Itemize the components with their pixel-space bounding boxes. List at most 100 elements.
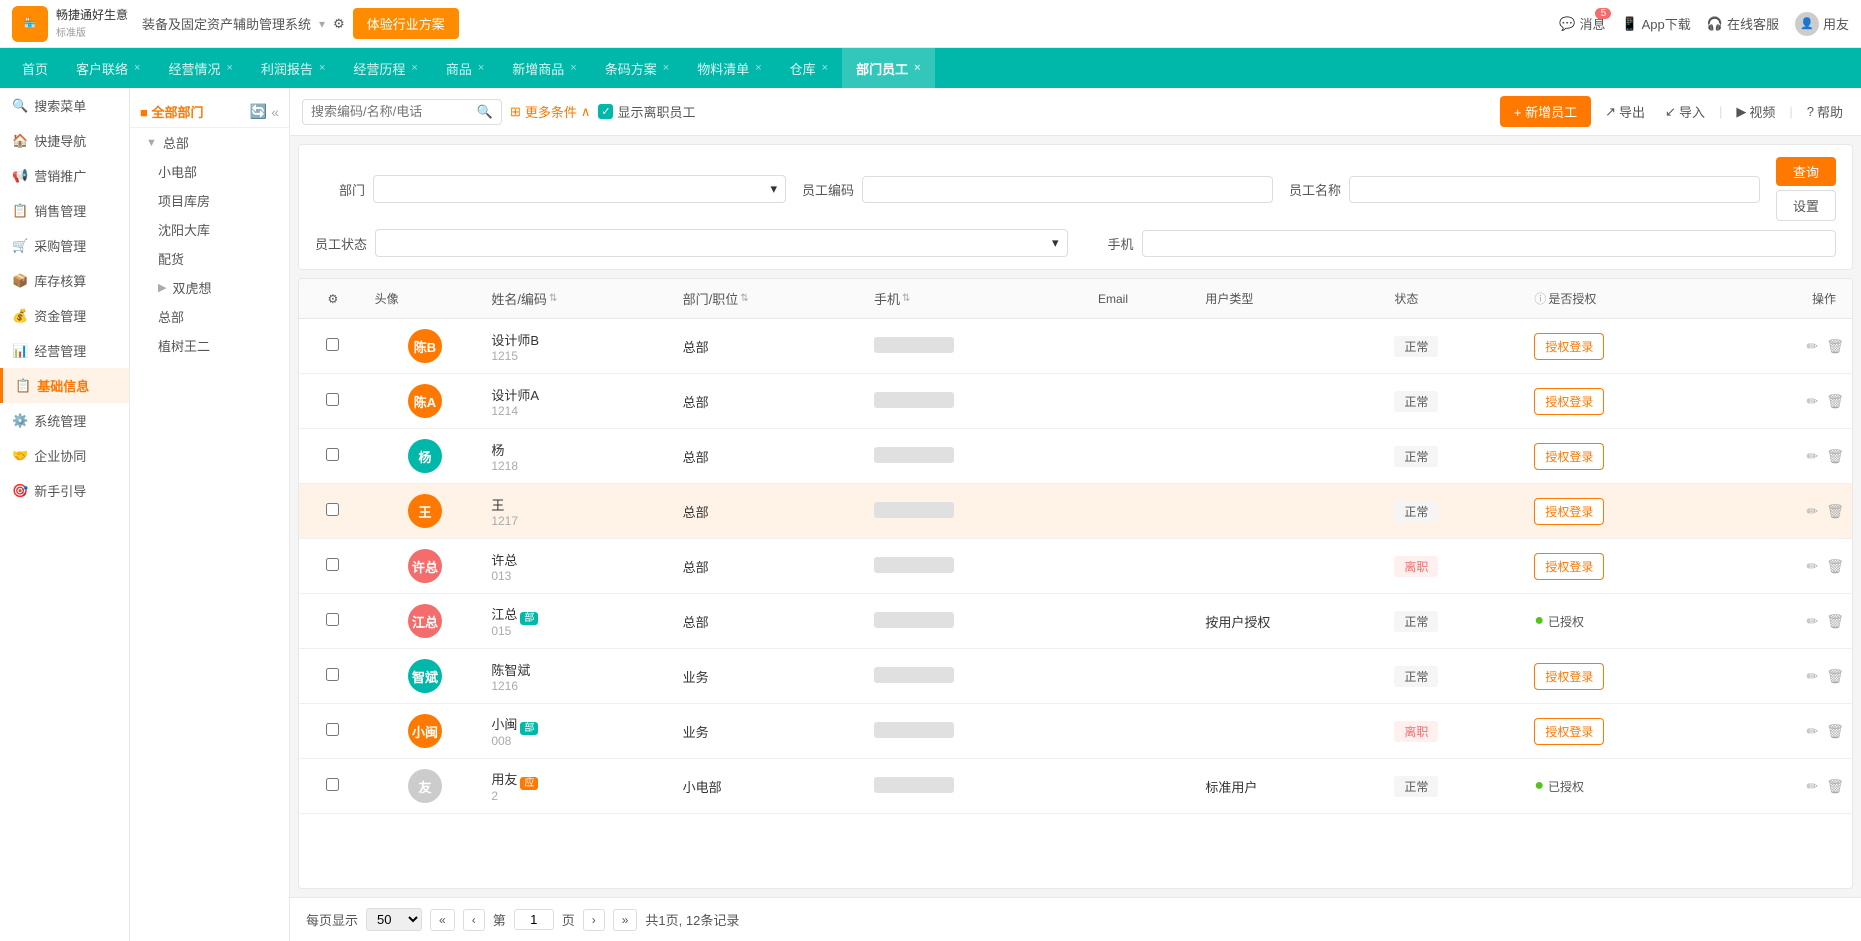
dept-collapse-icon[interactable]: «: [271, 104, 279, 120]
search-icon[interactable]: 🔍: [477, 104, 493, 120]
close-icon[interactable]: ×: [134, 62, 140, 74]
row-checkbox[interactable]: [299, 539, 367, 594]
close-icon[interactable]: ×: [570, 62, 576, 74]
nav-tab-customer[interactable]: 客户联络 ×: [62, 48, 154, 88]
edit-icon[interactable]: ✏: [1806, 503, 1818, 520]
delete-icon[interactable]: 🗑: [1826, 338, 1844, 355]
reset-button[interactable]: 设置: [1776, 190, 1836, 221]
nav-tab-profit[interactable]: 利润报告 ×: [247, 48, 339, 88]
employee-code-input[interactable]: [862, 176, 1273, 203]
nav-tab-home[interactable]: 首页: [8, 48, 62, 88]
more-filter-btn[interactable]: ⊞ 更多条件 ∧: [510, 102, 590, 121]
page-input[interactable]: [514, 909, 554, 930]
search-input[interactable]: [311, 104, 477, 119]
online-service-btn[interactable]: 🎧 在线客服: [1707, 14, 1779, 33]
page-size-select[interactable]: 50 100 200: [366, 908, 422, 931]
edit-icon[interactable]: ✏: [1806, 723, 1818, 740]
import-btn[interactable]: ↙ 导入: [1659, 98, 1711, 125]
delete-icon[interactable]: 🗑: [1826, 393, 1844, 410]
first-page-btn[interactable]: «: [430, 909, 455, 931]
dept-refresh-icon[interactable]: 🔄: [250, 103, 267, 120]
sidebar-item-system[interactable]: ⚙️ 系统管理: [0, 403, 129, 438]
employee-status-select[interactable]: ▾: [375, 229, 1067, 257]
delete-icon[interactable]: 🗑: [1826, 723, 1844, 740]
sidebar-item-basic[interactable]: 📋 基础信息: [0, 368, 129, 403]
row-checkbox-input[interactable]: [326, 613, 339, 626]
sidebar-item-quicknav[interactable]: 🏠 快捷导航: [0, 123, 129, 158]
row-checkbox[interactable]: [299, 429, 367, 484]
row-checkbox[interactable]: [299, 594, 367, 649]
edit-icon[interactable]: ✏: [1806, 393, 1818, 410]
export-btn[interactable]: ↗ 导出: [1599, 98, 1651, 125]
sidebar-item-search[interactable]: 🔍 搜索菜单: [0, 88, 129, 123]
row-checkbox[interactable]: [299, 484, 367, 539]
sidebar-item-guide[interactable]: 🎯 新手引导: [0, 473, 129, 508]
app-download-btn[interactable]: 📱 App下载: [1621, 14, 1690, 33]
authorize-btn[interactable]: 授权登录: [1534, 388, 1604, 415]
show-resigned-toggle[interactable]: ✓ 显示离职员工: [598, 102, 695, 121]
edit-icon[interactable]: ✏: [1806, 613, 1818, 630]
edit-icon[interactable]: ✏: [1806, 778, 1818, 795]
close-icon[interactable]: ×: [411, 62, 417, 74]
row-checkbox-input[interactable]: [326, 448, 339, 461]
authorize-btn[interactable]: 授权登录: [1534, 718, 1604, 745]
close-icon[interactable]: ×: [822, 62, 828, 74]
row-checkbox-input[interactable]: [326, 393, 339, 406]
prev-page-btn[interactable]: ‹: [463, 909, 485, 931]
phone-input[interactable]: [1142, 230, 1837, 257]
authorize-btn[interactable]: 授权登录: [1534, 333, 1604, 360]
sidebar-item-purchase[interactable]: 🛒 采购管理: [0, 228, 129, 263]
row-checkbox-input[interactable]: [326, 668, 339, 681]
dept-tree-item-zhishuwang[interactable]: 植树王二: [130, 331, 289, 360]
user-btn[interactable]: 👤 用友: [1795, 12, 1849, 36]
row-checkbox[interactable]: [299, 649, 367, 704]
authorize-btn[interactable]: 授权登录: [1534, 663, 1604, 690]
sidebar-item-finance[interactable]: 💰 资金管理: [0, 298, 129, 333]
row-checkbox[interactable]: [299, 319, 367, 374]
dept-tree-item-shenyang[interactable]: 沈阳大库: [130, 215, 289, 244]
message-btn[interactable]: 💬 5 消息: [1559, 14, 1605, 33]
sidebar-item-sales[interactable]: 📋 销售管理: [0, 193, 129, 228]
employee-name-input[interactable]: [1349, 176, 1760, 203]
delete-icon[interactable]: 🗑: [1826, 448, 1844, 465]
last-page-btn[interactable]: »: [613, 909, 638, 931]
dept-tree-item-distribution[interactable]: 配货: [130, 244, 289, 273]
row-checkbox[interactable]: [299, 374, 367, 429]
row-checkbox-input[interactable]: [326, 723, 339, 736]
delete-icon[interactable]: 🗑: [1826, 668, 1844, 685]
delete-icon[interactable]: 🗑: [1826, 558, 1844, 575]
edit-icon[interactable]: ✏: [1806, 668, 1818, 685]
view-btn[interactable]: ▶ 视频: [1730, 98, 1781, 125]
authorize-btn[interactable]: 授权登录: [1534, 498, 1604, 525]
close-icon[interactable]: ×: [755, 62, 761, 74]
authorize-btn[interactable]: 授权登录: [1534, 553, 1604, 580]
row-checkbox[interactable]: [299, 704, 367, 759]
try-button[interactable]: 体验行业方案: [353, 8, 459, 39]
row-checkbox[interactable]: [299, 759, 367, 814]
sidebar-item-inventory[interactable]: 📦 库存核算: [0, 263, 129, 298]
edit-icon[interactable]: ✏: [1806, 558, 1818, 575]
nav-tab-new-goods[interactable]: 新增商品 ×: [498, 48, 590, 88]
close-icon[interactable]: ×: [319, 62, 325, 74]
row-checkbox-input[interactable]: [326, 558, 339, 571]
row-checkbox-input[interactable]: [326, 778, 339, 791]
nav-tab-bom[interactable]: 物料清单 ×: [683, 48, 775, 88]
nav-tab-employees[interactable]: 部门员工 ×: [842, 48, 934, 88]
nav-tab-barcode[interactable]: 条码方案 ×: [591, 48, 683, 88]
col-dept[interactable]: 部门/职位 ⇅: [675, 279, 866, 319]
row-checkbox-input[interactable]: [326, 503, 339, 516]
dropdown-arrow-icon[interactable]: ▾: [319, 17, 325, 31]
all-departments-label[interactable]: ■ 全部部门: [140, 102, 246, 121]
close-icon[interactable]: ×: [226, 62, 232, 74]
close-icon[interactable]: ×: [663, 62, 669, 74]
sidebar-item-operation[interactable]: 📊 经营管理: [0, 333, 129, 368]
col-name-code[interactable]: 姓名/编码 ⇅: [483, 279, 674, 319]
close-icon[interactable]: ×: [914, 62, 920, 74]
nav-tab-history[interactable]: 经营历程 ×: [339, 48, 431, 88]
col-phone[interactable]: 手机 ⇅: [866, 279, 1090, 319]
sidebar-item-collab[interactable]: 🤝 企业协同: [0, 438, 129, 473]
dept-tree-item-shuanghu[interactable]: ▶ 双虎想: [130, 273, 289, 302]
nav-tab-goods[interactable]: 商品 ×: [432, 48, 498, 88]
help-btn[interactable]: ? 帮助: [1801, 98, 1849, 125]
dept-tree-item-project[interactable]: 项目库房: [130, 186, 289, 215]
